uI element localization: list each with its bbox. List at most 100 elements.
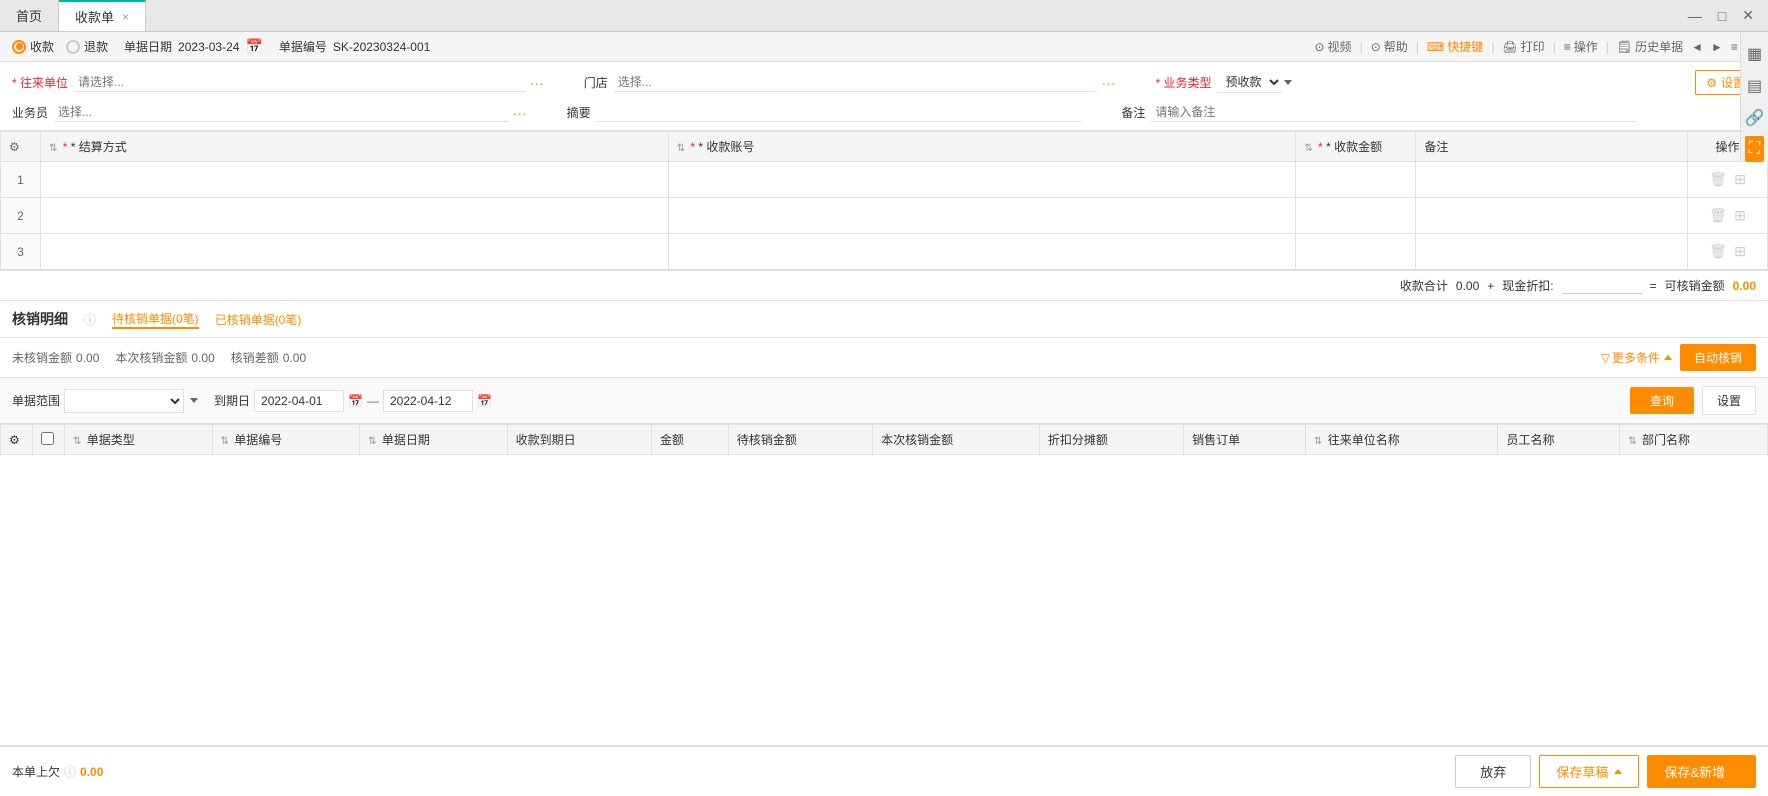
delete-icon-2[interactable]: 🗑 — [1709, 207, 1727, 223]
abandon-btn[interactable]: 放弃 — [1455, 755, 1531, 788]
business-type-field: * 业务类型 预收款 — [1155, 72, 1687, 93]
cell-actions-2: 🗑 ⊞ — [1688, 198, 1768, 234]
sidebar-icon-4[interactable]: ⛶ — [1745, 136, 1764, 162]
discount-input[interactable] — [1562, 277, 1642, 294]
sort-icon-doc-date: ⇅ — [368, 436, 376, 447]
print-btn[interactable]: 🖨 打印 — [1502, 38, 1544, 55]
verification-info-icon[interactable]: ⓘ — [84, 311, 96, 328]
cell-actions-1: 🗑 ⊞ — [1688, 162, 1768, 198]
range-select[interactable] — [64, 389, 184, 413]
note-input[interactable] — [1151, 103, 1636, 122]
select-all-checkbox[interactable] — [41, 432, 54, 445]
gear-icon: ⚙ — [1706, 76, 1717, 90]
cell-amount-1[interactable] — [1296, 162, 1416, 198]
cell-amount-3[interactable] — [1296, 234, 1416, 270]
copy-icon-3[interactable]: ⊞ — [1734, 243, 1746, 259]
divider3: | — [1491, 40, 1494, 54]
th-sales-order: 销售订单 — [1184, 425, 1306, 455]
available-value: 0.00 — [1733, 279, 1756, 293]
nav-prev-btn[interactable]: ◄ — [1691, 40, 1703, 54]
sort-icon-doc-number: ⇅ — [221, 436, 229, 447]
cell-settlement-3[interactable] — [41, 234, 669, 270]
nav-next-btn[interactable]: ► — [1711, 40, 1723, 54]
due-date-to-input[interactable] — [383, 390, 473, 412]
divider5: | — [1606, 40, 1609, 54]
store-input[interactable] — [614, 73, 1098, 92]
equals-sign: = — [1650, 279, 1657, 293]
help-btn[interactable]: ⊙ 帮助 — [1371, 38, 1408, 55]
cell-account-3[interactable] — [668, 234, 1296, 270]
verif-table-wrapper: ⚙ ⇅ 单据类型 ⇅ 单据编号 — [0, 424, 1768, 745]
current-verif-label: 本次核销金额 — [115, 349, 187, 366]
qf-settings-btn[interactable]: 设置 — [1702, 386, 1756, 415]
sort-icon-account: ⇅ — [677, 143, 685, 154]
verification-title: 核销明细 — [12, 309, 68, 329]
sidebar-icon-1[interactable]: ▦ — [1743, 40, 1766, 68]
cell-settlement-2[interactable] — [41, 198, 669, 234]
save-draft-btn[interactable]: 保存草稿 — [1539, 755, 1639, 788]
store-more-btn[interactable]: ··· — [1101, 75, 1115, 91]
tab-receipt[interactable]: 收款单 × — [59, 0, 146, 31]
th-doc-date: ⇅ 单据日期 — [360, 425, 508, 455]
query-btn[interactable]: 查询 — [1630, 387, 1694, 414]
summary-input[interactable] — [597, 103, 1082, 122]
th-doc-number: ⇅ 单据编号 — [212, 425, 360, 455]
operation-btn[interactable]: ≡ 操作 — [1564, 38, 1598, 55]
salesperson-field: 业务员 ··· — [12, 103, 527, 122]
copy-icon-1[interactable]: ⊞ — [1734, 171, 1746, 187]
sort-icon-counterpart: ⇅ — [1314, 436, 1322, 447]
delete-icon-1[interactable]: 🗑 — [1709, 171, 1727, 187]
window-maximize-btn[interactable]: □ — [1712, 6, 1732, 26]
tab-done[interactable]: 已核销单据(0笔) — [215, 311, 302, 328]
radio-receipt[interactable]: 收款 — [12, 38, 54, 55]
cell-settlement-1[interactable] — [41, 162, 669, 198]
th-employee: 员工名称 — [1498, 425, 1620, 455]
date-calendar-icon[interactable]: 📅 — [245, 38, 262, 55]
cell-note-1[interactable] — [1416, 162, 1688, 198]
radio-refund[interactable]: 退款 — [66, 38, 108, 55]
cell-account-2[interactable] — [668, 198, 1296, 234]
sort-icon-doc-type: ⇅ — [73, 436, 81, 447]
copy-icon-2[interactable]: ⊞ — [1734, 207, 1746, 223]
salesperson-more-btn[interactable]: ··· — [513, 105, 527, 121]
window-minimize-btn[interactable]: — — [1682, 6, 1708, 26]
video-btn[interactable]: ⊙ 视频 — [1314, 38, 1351, 55]
table-settings-icon[interactable]: ⚙ — [9, 140, 20, 154]
radio-receipt-dot — [12, 40, 26, 54]
number-field-group: 单据编号 SK-20230324-001 — [279, 38, 430, 55]
history-btn[interactable]: 🗒 历史单据 — [1617, 38, 1683, 55]
tab-home[interactable]: 首页 — [0, 0, 59, 31]
table-settings-icon-verif[interactable]: ⚙ — [9, 433, 20, 447]
salesperson-input[interactable] — [54, 103, 509, 122]
range-label: 单据范围 — [12, 392, 60, 409]
save-new-btn[interactable]: 保存&新增 — [1647, 755, 1756, 788]
business-type-select[interactable]: 预收款 — [1217, 72, 1282, 93]
sidebar-icon-3[interactable]: 🔗 — [1741, 104, 1768, 132]
current-value: 0.00 — [80, 765, 103, 779]
due-date-from-calendar-icon[interactable]: 📅 — [348, 394, 363, 408]
bottom-info-icon[interactable]: ⓘ — [64, 763, 76, 780]
cell-account-1[interactable] — [668, 162, 1296, 198]
auto-writeoff-btn[interactable]: 自动核销 — [1680, 344, 1756, 371]
cell-amount-2[interactable] — [1296, 198, 1416, 234]
more-conditions-btn[interactable]: ▽ 更多条件 — [1601, 349, 1672, 366]
sidebar-icon-2[interactable]: ▤ — [1743, 72, 1766, 100]
menu-btn[interactable]: ≡ — [1731, 40, 1738, 54]
date-dash: — — [367, 394, 379, 408]
counterpart-more-btn[interactable]: ··· — [530, 75, 544, 91]
counterpart-input[interactable] — [74, 73, 526, 92]
note-label: 备注 — [1121, 104, 1145, 121]
cell-note-2[interactable] — [1416, 198, 1688, 234]
shortcut-btn[interactable]: ⌨ 快捷键 — [1427, 38, 1483, 55]
table-area: ⚙ ⇅ * * 结算方式 ⇅ * * 收款账号 ⇅ * — [0, 131, 1768, 271]
tab-close-icon[interactable]: × — [122, 10, 129, 24]
video-icon: ⊙ — [1314, 40, 1324, 54]
business-type-label: * 业务类型 — [1155, 74, 1211, 91]
number-value: SK-20230324-001 — [333, 40, 430, 54]
window-close-btn[interactable]: ✕ — [1736, 5, 1760, 26]
due-date-from-input[interactable] — [254, 390, 344, 412]
due-date-to-calendar-icon[interactable]: 📅 — [477, 394, 492, 408]
cell-note-3[interactable] — [1416, 234, 1688, 270]
delete-icon-3[interactable]: 🗑 — [1709, 243, 1727, 259]
tab-pending[interactable]: 待核销单据(0笔) — [112, 310, 199, 329]
